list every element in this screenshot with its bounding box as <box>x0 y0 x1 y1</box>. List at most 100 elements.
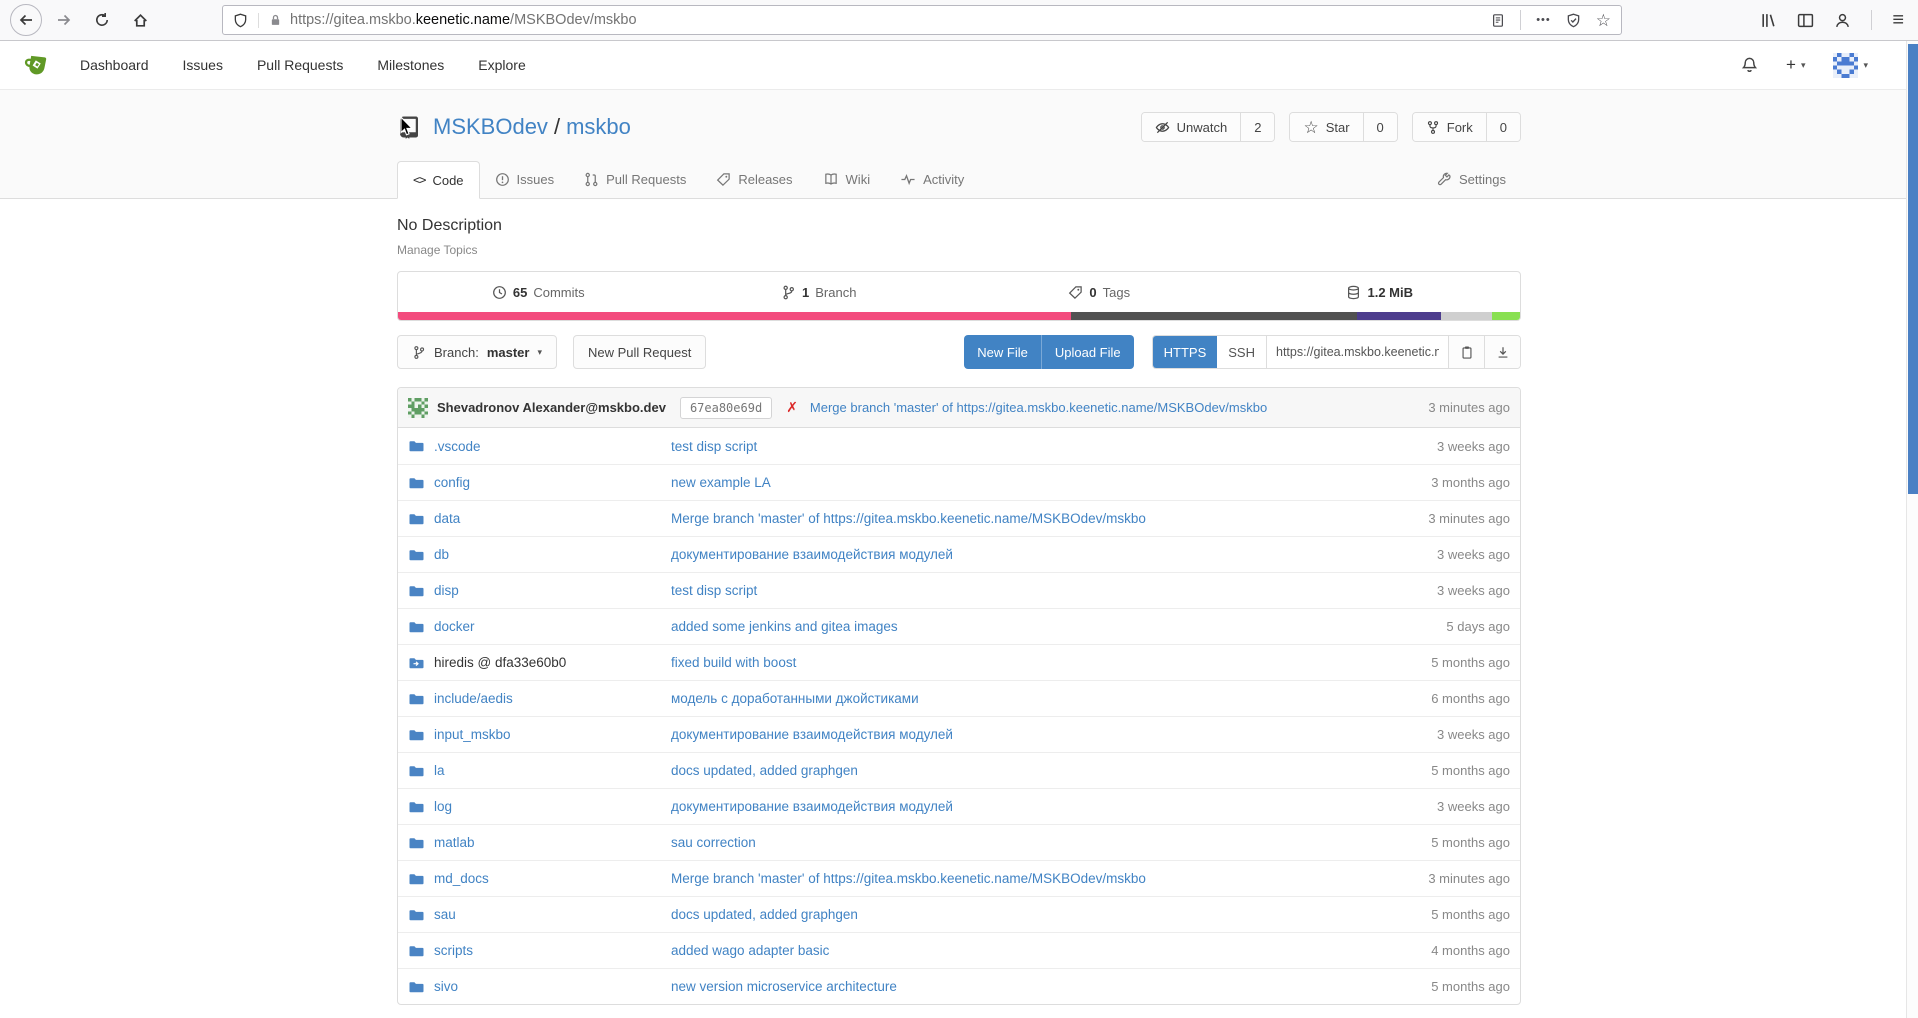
tab-issues[interactable]: Issues <box>480 160 570 198</box>
file-row: md_docs Merge branch 'master' of https:/… <box>398 860 1520 896</box>
repo-owner-link[interactable]: MSKBOdev <box>433 114 548 139</box>
gitea-logo[interactable] <box>22 50 52 80</box>
file-name-link[interactable]: data <box>434 511 460 526</box>
browser-back-button[interactable] <box>10 4 42 36</box>
notifications-bell-icon[interactable] <box>1741 56 1758 74</box>
file-name-link[interactable]: sau <box>434 907 456 922</box>
commit-message-link[interactable]: Merge branch 'master' of https://gitea.m… <box>810 400 1416 415</box>
navbar-item-milestones[interactable]: Milestones <box>377 57 444 73</box>
file-name-link[interactable]: sivo <box>434 979 458 994</box>
forks-count[interactable]: 0 <box>1485 113 1520 141</box>
file-name-link[interactable]: hiredis @ dfa33e60b0 <box>434 655 566 670</box>
manage-topics-link[interactable]: Manage Topics <box>397 243 1521 257</box>
tab-wiki[interactable]: Wiki <box>808 160 886 198</box>
menu-icon[interactable]: ≡ <box>1892 10 1904 30</box>
file-name-link[interactable]: db <box>434 547 449 562</box>
navbar-item-explore[interactable]: Explore <box>478 57 525 73</box>
browser-forward-button[interactable] <box>48 4 80 36</box>
file-name-link[interactable]: config <box>434 475 470 490</box>
tab-pull-requests[interactable]: Pull Requests <box>569 160 701 198</box>
navbar-item-issues[interactable]: Issues <box>183 57 223 73</box>
file-name-link[interactable]: log <box>434 799 452 814</box>
watchers-count[interactable]: 2 <box>1240 113 1275 141</box>
navbar-item-dashboard[interactable]: Dashboard <box>80 57 149 73</box>
file-name-link[interactable]: scripts <box>434 943 473 958</box>
commit-sha-badge[interactable]: 67ea80e69d <box>679 396 773 419</box>
file-commit-message-link[interactable]: new version microservice architecture <box>671 979 897 994</box>
tab-settings[interactable]: Settings <box>1422 160 1521 198</box>
repo-name-link[interactable]: mskbo <box>566 114 631 139</box>
file-commit-time: 5 months ago <box>1431 655 1510 670</box>
latest-commit-row: Shevadronov Alexander@mskbo.dev 67ea80e6… <box>398 388 1520 428</box>
https-button[interactable]: HTTPS <box>1152 336 1218 368</box>
reader-mode-icon[interactable] <box>1491 13 1505 28</box>
file-commit-message-link[interactable]: added wago adapter basic <box>671 943 829 958</box>
file-commit-message-link[interactable]: new example LA <box>671 475 771 490</box>
stars-count[interactable]: 0 <box>1362 113 1397 141</box>
stat-size[interactable]: 1.2 MiB <box>1240 285 1521 300</box>
download-archive-button[interactable] <box>1484 336 1520 368</box>
ssh-button[interactable]: SSH <box>1217 336 1267 368</box>
stat-tags[interactable]: 0 Tags <box>959 285 1240 300</box>
copy-clone-url-button[interactable] <box>1448 336 1484 368</box>
file-commit-message-link[interactable]: документирование взаимодействия модулей <box>671 547 953 562</box>
branch-selector[interactable]: Branch: master ▾ <box>397 335 557 369</box>
file-commit-message-link[interactable]: документирование взаимодействия модулей <box>671 799 953 814</box>
file-commit-message-link[interactable]: sau correction <box>671 835 756 850</box>
file-commit-time: 3 months ago <box>1431 475 1510 490</box>
file-commit-message-link[interactable]: docs updated, added graphgen <box>671 763 858 778</box>
commit-status-failed-icon[interactable]: ✗ <box>786 399 798 416</box>
commit-author[interactable]: Shevadronov Alexander@mskbo.dev <box>437 400 666 415</box>
tab-releases[interactable]: Releases <box>701 160 807 198</box>
tab-code[interactable]: <> Code <box>397 161 480 199</box>
shield-check-icon[interactable] <box>1566 13 1581 28</box>
user-menu[interactable]: ▾ <box>1833 52 1868 78</box>
tracking-protection-shield-icon[interactable] <box>233 13 248 28</box>
file-commit-message-link[interactable]: fixed build with boost <box>671 655 796 670</box>
code-icon: <> <box>413 173 426 187</box>
bookmark-star-icon[interactable]: ☆ <box>1596 12 1611 29</box>
browser-reload-button[interactable] <box>86 4 118 36</box>
stat-commits[interactable]: 65 Commits <box>398 285 679 300</box>
file-name-link[interactable]: docker <box>434 619 475 634</box>
page-scrollbar[interactable] <box>1906 41 1918 1018</box>
branch-label: Branch: <box>434 344 479 360</box>
create-new-button[interactable]: + ▾ <box>1786 55 1805 75</box>
file-name-link[interactable]: la <box>434 763 445 778</box>
star-button[interactable]: ☆ Star <box>1290 113 1363 141</box>
file-commit-message-link[interactable]: модель с доработанными джойстиками <box>671 691 919 706</box>
folder-icon <box>409 765 424 776</box>
tab-activity[interactable]: Activity <box>885 160 979 198</box>
stat-branches[interactable]: 1 Branch <box>679 285 960 300</box>
file-commit-message-link[interactable]: added some jenkins and gitea images <box>671 619 898 634</box>
account-icon[interactable] <box>1834 12 1851 29</box>
url-bar[interactable]: https://gitea.mskbo.keenetic.name/MSKBOd… <box>222 5 1622 35</box>
page-actions-icon[interactable]: ••• <box>1536 14 1551 26</box>
new-pull-request-button[interactable]: New Pull Request <box>572 335 707 369</box>
language-segment <box>1071 312 1358 320</box>
file-commit-time: 3 weeks ago <box>1437 727 1510 742</box>
clone-url-input[interactable] <box>1267 336 1448 368</box>
fork-button[interactable]: Fork <box>1412 113 1486 141</box>
browser-home-button[interactable] <box>124 4 156 36</box>
file-name-link[interactable]: .vscode <box>434 439 481 454</box>
file-name-link[interactable]: md_docs <box>434 871 489 886</box>
file-commit-message-link[interactable]: Merge branch 'master' of https://gitea.m… <box>671 871 1146 886</box>
unwatch-button[interactable]: Unwatch <box>1141 113 1241 141</box>
file-name-link[interactable]: matlab <box>434 835 475 850</box>
sidebars-icon[interactable] <box>1797 12 1814 29</box>
scrollbar-thumb[interactable] <box>1908 44 1918 494</box>
file-name-link[interactable]: input_mskbo <box>434 727 511 742</box>
navbar-item-pull-requests[interactable]: Pull Requests <box>257 57 343 73</box>
file-commit-message-link[interactable]: docs updated, added graphgen <box>671 907 858 922</box>
file-commit-message-link[interactable]: test disp script <box>671 439 757 454</box>
file-name-link[interactable]: include/aedis <box>434 691 513 706</box>
library-icon[interactable] <box>1760 12 1777 29</box>
language-bar[interactable] <box>398 312 1520 320</box>
new-file-button[interactable]: New File <box>964 335 1041 369</box>
file-commit-message-link[interactable]: документирование взаимодействия модулей <box>671 727 953 742</box>
file-commit-message-link[interactable]: test disp script <box>671 583 757 598</box>
file-commit-message-link[interactable]: Merge branch 'master' of https://gitea.m… <box>671 511 1146 526</box>
upload-file-button[interactable]: Upload File <box>1040 335 1134 369</box>
file-name-link[interactable]: disp <box>434 583 459 598</box>
